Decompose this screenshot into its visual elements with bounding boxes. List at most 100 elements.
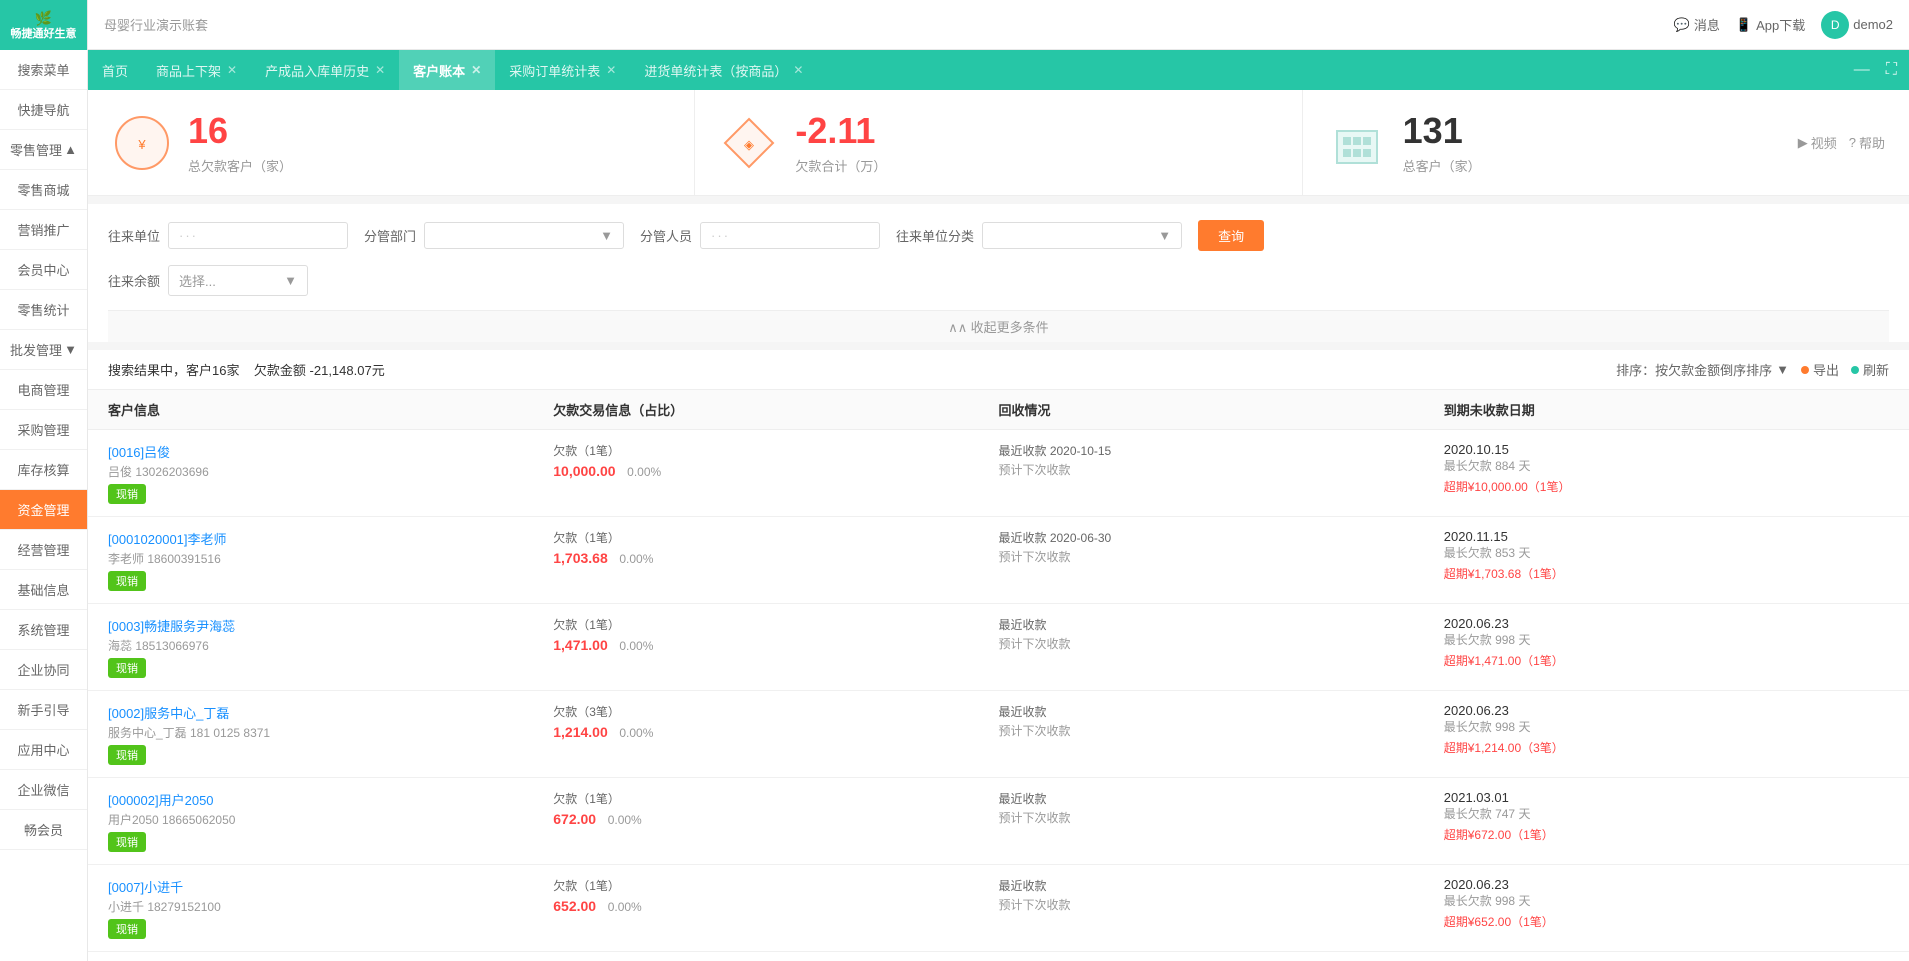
overdue-link[interactable]: 超期¥1,471.00（1笔）: [1444, 652, 1889, 669]
last-collection: 最近收款: [999, 790, 1444, 807]
sidebar-item-purchase[interactable]: 采购管理: [0, 410, 87, 450]
customer-name-link[interactable]: [0007]小进千: [108, 877, 553, 896]
chevron-down-icon-sort: ▼: [1776, 362, 1789, 377]
sidebar-item-member[interactable]: 会员中心: [0, 250, 87, 290]
department-select[interactable]: ▼: [424, 222, 624, 249]
next-collection: 预计下次收款: [999, 635, 1444, 652]
debt-amount[interactable]: 652.00: [553, 898, 596, 914]
debt-cell: 欠款（3笔） 1,214.00 0.00%: [553, 703, 998, 740]
sort-dropdown[interactable]: 排序：按欠款金额倒序排序 ▼: [1616, 360, 1789, 379]
debt-amount[interactable]: 1,214.00: [553, 724, 608, 740]
person-input[interactable]: ···: [700, 222, 880, 249]
due-date: 2020.06.23: [1444, 703, 1889, 718]
close-icon-4[interactable]: ✕: [606, 63, 616, 77]
tab-customer-ledger[interactable]: 客户账本 ✕: [399, 50, 495, 90]
help-link[interactable]: ? 帮助: [1849, 133, 1885, 152]
collection-cell: 最近收款 预计下次收款: [999, 790, 1444, 826]
tabs-bar: 首页 商品上下架 ✕ 产成品入库单历史 ✕ 客户账本 ✕ 采购订单统计表 ✕ 进…: [88, 50, 1909, 90]
last-collection: 最近收款 2020-10-15: [999, 442, 1444, 459]
app-download-btn[interactable]: 📱 App下载: [1736, 15, 1805, 34]
debt-cell: 欠款（1笔） 652.00 0.00%: [553, 877, 998, 914]
debt-amount[interactable]: 672.00: [553, 811, 596, 827]
debt-count: 欠款（1笔）: [553, 529, 998, 546]
sidebar-item-marketing[interactable]: 营销推广: [0, 210, 87, 250]
customer-name-link[interactable]: [0002]服务中心_丁磊: [108, 703, 553, 722]
sidebar-item-basic-info[interactable]: 基础信息: [0, 570, 87, 610]
due-date: 2020.06.23: [1444, 616, 1889, 631]
debt-cell: 欠款（1笔） 10,000.00 0.00%: [553, 442, 998, 479]
chevron-down-icon-dept: ▼: [600, 228, 613, 243]
overdue-link[interactable]: 超期¥1,703.68（1笔）: [1444, 565, 1889, 582]
category-select[interactable]: ▼: [982, 222, 1182, 249]
close-icon-2[interactable]: ✕: [375, 63, 385, 77]
sidebar-item-wholesale[interactable]: 批发管理 ▼: [0, 330, 87, 370]
debt-amount[interactable]: 1,471.00: [553, 637, 608, 653]
sidebar-item-system[interactable]: 系统管理: [0, 610, 87, 650]
customer-cell: [0002]服务中心_丁磊 服务中心_丁磊 181 0125 8371 现销: [108, 703, 553, 765]
stat-info-debt: -2.11 欠款合计（万）: [795, 110, 886, 175]
customer-name-link[interactable]: [000002]用户2050: [108, 790, 553, 809]
overdue-days: 最长欠款 998 天: [1444, 718, 1889, 735]
overdue-link[interactable]: 超期¥652.00（1笔）: [1444, 913, 1889, 930]
sidebar-item-enterprise[interactable]: 企业协同: [0, 650, 87, 690]
filter-category: 往来单位分类 ▼: [896, 222, 1182, 249]
debt-ratio: 0.00%: [619, 726, 653, 740]
customer-name-link[interactable]: [0003]畅捷服务尹海蕊: [108, 616, 553, 635]
refresh-btn[interactable]: 刷新: [1851, 360, 1889, 379]
customer-tag: 现销: [108, 832, 146, 852]
collapse-button[interactable]: ∧∧ 收起更多条件: [108, 310, 1889, 342]
close-icon-3[interactable]: ✕: [471, 63, 481, 77]
last-collection: 最近收款 2020-06-30: [999, 529, 1444, 546]
mobile-icon: 📱: [1736, 17, 1752, 33]
header-actions: 💬 消息 📱 App下载 D demo2: [1674, 11, 1893, 39]
sidebar-item-wechat[interactable]: 企业微信: [0, 770, 87, 810]
sidebar-item-quick-nav[interactable]: 快捷导航: [0, 90, 87, 130]
overdue-link[interactable]: 超期¥672.00（1笔）: [1444, 826, 1889, 843]
close-icon-5[interactable]: ✕: [793, 63, 803, 77]
sidebar-item-inventory[interactable]: 库存核算: [0, 450, 87, 490]
overdue-link[interactable]: 超期¥1,214.00（3笔）: [1444, 739, 1889, 756]
tab-home[interactable]: 首页: [88, 50, 142, 90]
tab-purchase-stats[interactable]: 采购订单统计表 ✕: [495, 50, 630, 90]
debt-ratio: 0.00%: [608, 900, 642, 914]
close-icon[interactable]: ✕: [227, 63, 237, 77]
sidebar-item-newbie[interactable]: 新手引导: [0, 690, 87, 730]
sidebar-item-ecommerce[interactable]: 电商管理: [0, 370, 87, 410]
due-cell: 2020.10.15 最长欠款 884 天 超期¥10,000.00（1笔）: [1444, 442, 1889, 495]
stat-label-debt: 欠款合计（万）: [795, 156, 886, 175]
balance-select[interactable]: 选择... ▼: [168, 265, 308, 296]
sidebar-item-retail-mall[interactable]: 零售商城: [0, 170, 87, 210]
customer-name-link[interactable]: [0016]吕俊: [108, 442, 553, 461]
col-debt-info: 欠款交易信息（占比）: [553, 400, 998, 419]
sidebar-item-retail-mgmt[interactable]: 零售管理 ▲: [0, 130, 87, 170]
search-button[interactable]: 查询: [1198, 220, 1264, 251]
sidebar-item-search[interactable]: 搜索菜单: [0, 50, 87, 90]
logo-text: 🌿 畅捷通好生意: [11, 9, 77, 41]
sidebar-item-retail-stats[interactable]: 零售统计: [0, 290, 87, 330]
debt-ratio: 0.00%: [608, 813, 642, 827]
due-date: 2021.03.01: [1444, 790, 1889, 805]
counterparty-input[interactable]: ···: [168, 222, 348, 249]
filter-person: 分管人员 ···: [640, 222, 880, 249]
filter-row-1: 往来单位 ··· 分管部门 ▼ 分管人员 ···: [108, 220, 1889, 251]
minimize-icon[interactable]: —: [1850, 57, 1874, 83]
sidebar-item-finance[interactable]: 资金管理: [0, 490, 87, 530]
overdue-link[interactable]: 超期¥10,000.00（1笔）: [1444, 478, 1889, 495]
sidebar-item-operations[interactable]: 经营管理: [0, 530, 87, 570]
message-btn[interactable]: 💬 消息: [1674, 15, 1720, 34]
sidebar-item-app-center[interactable]: 应用中心: [0, 730, 87, 770]
customer-name-link[interactable]: [0001020001]李老师: [108, 529, 553, 548]
user-avatar[interactable]: D demo2: [1821, 11, 1893, 39]
debt-amount[interactable]: 10,000.00: [553, 463, 615, 479]
tab-product-shelf[interactable]: 商品上下架 ✕: [142, 50, 251, 90]
sidebar-item-member-plus[interactable]: 畅会员: [0, 810, 87, 850]
export-btn[interactable]: 导出: [1801, 360, 1839, 379]
tab-stock-stats[interactable]: 进货单统计表（按商品） ✕: [630, 50, 817, 90]
tab-warehouse-history[interactable]: 产成品入库单历史 ✕: [251, 50, 399, 90]
last-collection: 最近收款: [999, 877, 1444, 894]
maximize-icon[interactable]: ⛶: [1882, 57, 1901, 83]
debt-amount[interactable]: 1,703.68: [553, 550, 608, 566]
stat-number-total: 131: [1403, 110, 1481, 152]
video-link[interactable]: ▶ 视频: [1798, 133, 1837, 152]
category-label: 往来单位分类: [896, 226, 974, 245]
